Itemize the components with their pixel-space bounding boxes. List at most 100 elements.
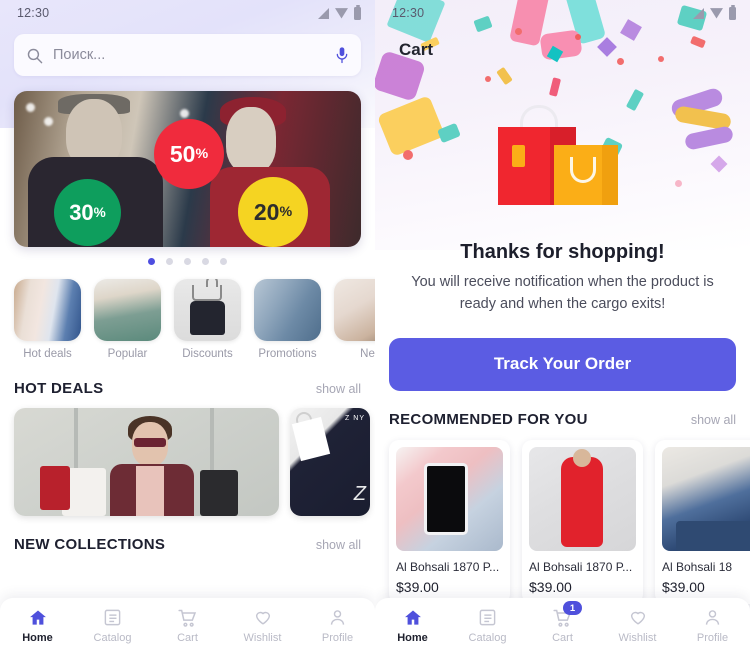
price-tag-graphic	[291, 416, 331, 462]
carousel-dot-4[interactable]	[202, 258, 209, 265]
shirt-graphic	[190, 301, 225, 335]
category-item-discounts[interactable]: Discounts	[174, 279, 241, 360]
person-icon	[328, 607, 347, 628]
banner-light	[180, 109, 189, 118]
banner-light	[26, 103, 35, 112]
category-item-popular[interactable]: Popular	[94, 279, 161, 360]
cart-success-screen: 12:30 Cart Thanks for shopping! You will…	[375, 0, 750, 653]
section-title: NEW COLLECTIONS	[14, 536, 166, 553]
discount-badge-30: 30%	[54, 179, 121, 246]
carousel-dot-1[interactable]	[148, 258, 155, 265]
category-label: Promotions	[258, 348, 317, 360]
heart-icon	[253, 607, 273, 628]
recommended-product-list[interactable]: Al Bohsali 1870 P... $39.00 Al Bohsali 1…	[389, 439, 750, 604]
bottom-nav-left[interactable]: Home Catalog Cart Wishlist Profile	[0, 598, 375, 653]
bag-price-tag	[511, 145, 525, 167]
category-item-promotions[interactable]: Promotions	[254, 279, 321, 360]
nav-label: Profile	[321, 632, 354, 644]
nav-label: Cart	[552, 632, 573, 644]
discount-unit: %	[195, 146, 209, 162]
confetti-piece	[690, 35, 706, 49]
status-time: 12:30	[17, 6, 50, 20]
search-bar[interactable]: Поиск...	[14, 34, 361, 76]
page-title: Cart	[399, 40, 434, 59]
carousel-dot-2[interactable]	[166, 258, 173, 265]
model-head-graphic	[573, 448, 591, 467]
scribble-graphic: Z	[353, 483, 366, 505]
discount-value: 50	[169, 140, 196, 167]
carousel-dot-3[interactable]	[184, 258, 191, 265]
microphone-icon[interactable]	[335, 46, 349, 65]
nav-item-profile[interactable]: Profile	[675, 607, 750, 644]
product-card[interactable]: Al Bohsali 1870 P... $39.00	[389, 439, 510, 604]
show-all-link-hot-deals[interactable]: show all	[316, 382, 361, 396]
product-price: $39.00	[662, 578, 705, 595]
hot-deals-section-header: HOT DEALS show all	[14, 380, 361, 397]
nav-item-catalog[interactable]: Catalog	[75, 607, 150, 644]
discount-unit: %	[93, 205, 106, 220]
category-thumbnail	[94, 279, 161, 341]
nav-label: Catalog	[468, 632, 507, 644]
nav-label: Profile	[696, 632, 729, 644]
status-bar-left: 12:30	[0, 0, 375, 26]
hanger-icon	[192, 279, 222, 301]
promo-banner-carousel[interactable]: 50% 30% 20%	[14, 91, 361, 247]
deal-model-top	[136, 466, 164, 516]
category-item-new[interactable]: Ne	[334, 279, 375, 360]
search-icon	[27, 48, 43, 63]
confetti-ribbon	[683, 125, 735, 151]
category-label: Discounts	[182, 348, 233, 360]
hot-deals-carousel[interactable]: Z NY Z	[14, 408, 370, 516]
cart-icon: 1	[552, 601, 582, 628]
carousel-dots[interactable]	[14, 258, 361, 265]
product-price: $39.00	[396, 578, 439, 595]
confetti-piece	[597, 37, 617, 57]
home-icon	[403, 607, 423, 628]
product-card[interactable]: Al Bohsali 18 $39.00	[655, 439, 750, 604]
nav-item-catalog[interactable]: Catalog	[450, 607, 525, 644]
confetti-piece	[625, 88, 645, 112]
confetti-piece	[710, 155, 728, 173]
status-time: 12:30	[392, 6, 425, 20]
cart-header-confetti	[375, 0, 750, 250]
carousel-dot-5[interactable]	[220, 258, 227, 265]
hot-deal-card-small[interactable]: Z NY Z	[290, 408, 370, 516]
confetti-dot	[575, 34, 581, 40]
category-label: Hot deals	[23, 348, 72, 360]
confetti-dot	[658, 56, 664, 62]
category-item-hot-deals[interactable]: Hot deals	[14, 279, 81, 360]
heart-icon	[628, 607, 648, 628]
section-title: HOT DEALS	[14, 380, 104, 397]
category-thumbnail	[334, 279, 375, 341]
show-all-link-recommended[interactable]: show all	[691, 413, 736, 427]
wifi-icon	[335, 8, 348, 19]
new-collections-section-header: NEW COLLECTIONS show all	[14, 536, 361, 553]
confetti-dot	[617, 58, 624, 65]
nav-item-cart[interactable]: Cart	[150, 607, 225, 644]
catalog-icon	[478, 607, 497, 628]
tablet-graphic	[424, 462, 468, 535]
hot-deal-card-large[interactable]	[14, 408, 279, 516]
track-order-button[interactable]: Track Your Order	[389, 337, 736, 391]
nav-item-profile[interactable]: Profile	[300, 607, 375, 644]
status-bar-right: 12:30	[375, 0, 750, 26]
nav-item-cart[interactable]: 1 Cart	[525, 601, 600, 644]
nav-label: Wishlist	[243, 632, 282, 644]
product-card[interactable]: Al Bohsali 1870 P... $39.00	[522, 439, 643, 604]
nav-item-home[interactable]: Home	[375, 607, 450, 644]
product-price: $39.00	[529, 578, 572, 595]
category-list[interactable]: Hot deals Popular Discounts Promotions N…	[14, 279, 375, 360]
nav-item-wishlist[interactable]: Wishlist	[225, 607, 300, 644]
nav-item-wishlist[interactable]: Wishlist	[600, 607, 675, 644]
search-input[interactable]: Поиск...	[53, 47, 335, 63]
home-screen: 12:30 Поиск... 50 % 30 % 20 % Hot deals …	[0, 0, 375, 653]
product-image	[529, 446, 636, 551]
product-name: Al Bohsali 1870 P...	[396, 559, 500, 574]
thanks-title: Thanks for shopping!	[460, 241, 665, 263]
category-label: Ne	[360, 348, 375, 360]
shopping-bag-red	[40, 466, 70, 510]
app-root: 12:30 Поиск... 50 % 30 % 20 % Hot deals …	[0, 0, 750, 653]
bottom-nav-right[interactable]: Home Catalog 1 Cart Wishlist Profile	[375, 598, 750, 653]
show-all-link-new-collections[interactable]: show all	[316, 538, 361, 552]
nav-item-home[interactable]: Home	[0, 607, 75, 644]
